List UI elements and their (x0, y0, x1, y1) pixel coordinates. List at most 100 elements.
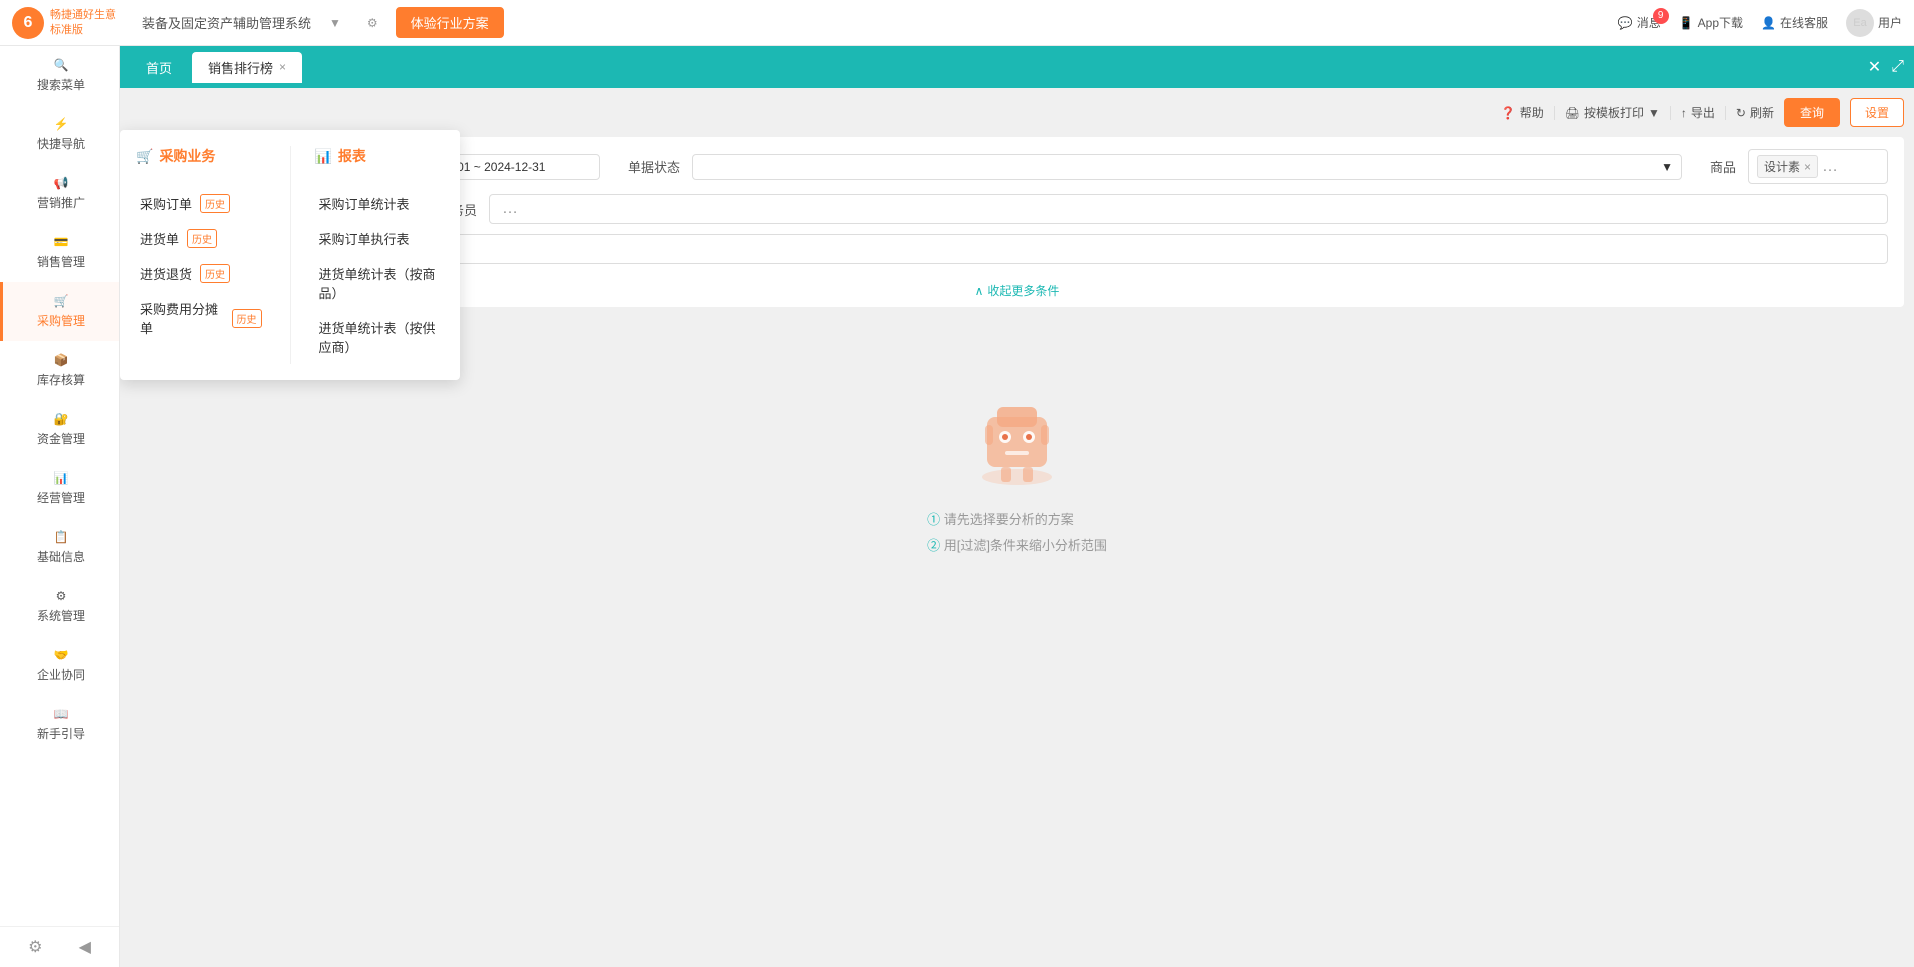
sidebar-item-ops[interactable]: 📊 经营管理 (0, 459, 119, 518)
sidebar-item-sale[interactable]: 💳 销售管理 (0, 223, 119, 282)
hist-badge-1: 历史 (187, 229, 217, 248)
main-layout: 🔍 搜索菜单 ⚡ 快捷导航 📢 营销推广 💳 销售管理 🛒 采购管理 📦 库存核… (0, 46, 1914, 967)
query-btn[interactable]: 查询 (1784, 98, 1840, 127)
sidebar-item-stock[interactable]: 📦 库存核算 (0, 341, 119, 400)
topbar-left: 6 畅捷通好生意 标准版 装备及固定资产辅助管理系统 ▼ ⚙ 体验行业方案 (12, 7, 504, 39)
hist-badge-0: 历史 (200, 194, 230, 213)
dropdown-divider (290, 146, 291, 364)
purchase-col-title: 🛒 采购业务 (136, 146, 266, 174)
sidebar-label-corp: 企业协同 (37, 666, 85, 683)
purchase-dropdown: 🛒 采购业务 采购订单 历史 进货单 历史 进货退货 (120, 130, 460, 380)
divider2 (1670, 106, 1671, 120)
industry-btn[interactable]: 体验行业方案 (396, 7, 504, 38)
empty-tip-2: ② 用[过滤]条件来缩小分析范围 (927, 533, 1107, 559)
salesman-dots[interactable]: … (502, 200, 518, 218)
search-icon: 🔍 (54, 58, 69, 72)
dropdown-item-purchase-order[interactable]: 采购订单 历史 (136, 186, 266, 221)
tab-home[interactable]: 首页 (130, 52, 188, 83)
dropdown-item-purchase-cost[interactable]: 采购费用分摊单 历史 (136, 291, 266, 345)
collapse-label: 收起更多条件 (987, 282, 1059, 299)
voucher-status-input[interactable]: ▼ (692, 154, 1682, 180)
sidebar-label-purchase: 采购管理 (37, 312, 85, 329)
settings-button[interactable]: ⚙ (359, 12, 386, 34)
sidebar-item-search[interactable]: 🔍 搜索菜单 (0, 46, 119, 105)
ops-icon: 📊 (54, 471, 69, 485)
export-icon: ↑ (1681, 106, 1687, 120)
print-dropdown-icon: ▼ (1648, 106, 1660, 120)
tab-window-close-icon[interactable]: ✕ (1868, 57, 1881, 77)
sidebar-item-guide[interactable]: 📖 新手引导 (0, 695, 119, 754)
tab-close-icon[interactable]: × (279, 60, 286, 74)
sidebar-item-corp[interactable]: 🤝 企业协同 (0, 636, 119, 695)
system-name: 装备及固定资产辅助管理系统 (142, 13, 311, 32)
tab-window-expand-icon[interactable]: ⤢ (1891, 58, 1904, 76)
report-col-icon: 📊 (315, 148, 332, 165)
goods-dots[interactable]: … (1822, 158, 1838, 176)
message-icon: 💬 (1618, 16, 1633, 30)
topbar: 6 畅捷通好生意 标准版 装备及固定资产辅助管理系统 ▼ ⚙ 体验行业方案 💬 … (0, 0, 1914, 46)
filter-actions: ❓ 帮助 🖨 按模板打印 ▼ ↑ 导出 ↻ 刷新 (130, 98, 1904, 127)
dropdown-item-report-order-stat[interactable]: 采购订单统计表 (315, 186, 445, 221)
settings-btn[interactable]: 设置 (1850, 98, 1904, 127)
sidebar-settings-btn[interactable]: ⚙ (28, 937, 42, 957)
corp-icon: 🤝 (54, 648, 69, 662)
tab-bar-right: ✕ ⤢ (1868, 57, 1904, 77)
goods-tag: 设计素 × (1757, 155, 1818, 178)
help-icon: ❓ (1501, 106, 1516, 120)
sidebar-item-system[interactable]: ⚙ 系统管理 (0, 577, 119, 636)
topbar-right: 💬 消息 9 📱 App下载 👤 在线客服 Ea 用户 (1618, 9, 1902, 37)
system-icon: ⚙ (56, 589, 67, 603)
collapse-up-icon: ∧ (975, 284, 984, 298)
report-col: 📊 报表 采购订单统计表 采购订单执行表 进货单统计表（按商品） (315, 146, 445, 364)
app-download-btn[interactable]: 📱 App下载 (1679, 14, 1743, 31)
dropdown-item-report-order-exec[interactable]: 采购订单执行表 (315, 221, 445, 256)
service-icon: 👤 (1761, 16, 1776, 30)
tab-home-label: 首页 (146, 58, 172, 77)
divider3 (1725, 106, 1726, 120)
dropdown-item-report-in-supplier[interactable]: 进货单统计表（按供应商） (315, 310, 445, 364)
guide-icon: 📖 (54, 707, 69, 721)
sidebar-item-base[interactable]: 📋 基础信息 (0, 518, 119, 577)
sidebar-item-market[interactable]: 📢 营销推广 (0, 164, 119, 223)
print-btn[interactable]: 🖨 按模板打印 ▼ (1565, 104, 1660, 121)
help-btn[interactable]: ❓ 帮助 (1501, 104, 1544, 121)
dropdown-item-purchase-in[interactable]: 进货单 历史 (136, 221, 266, 256)
sidebar-item-purchase[interactable]: 🛒 采购管理 (0, 282, 119, 341)
online-service-label: 在线客服 (1780, 14, 1828, 31)
empty-tip-1: ① 请先选择要分析的方案 (927, 507, 1107, 533)
sidebar-label-finance: 资金管理 (37, 430, 85, 447)
tab-bar: 首页 销售排行榜 × ✕ ⤢ (120, 46, 1914, 88)
base-icon: 📋 (54, 530, 69, 544)
print-icon: 🖨 (1565, 106, 1580, 120)
salesman-input[interactable]: … (489, 194, 1888, 224)
stock-icon: 📦 (54, 353, 69, 367)
user-btn[interactable]: Ea 用户 (1846, 9, 1902, 37)
goods-tag-remove[interactable]: × (1804, 160, 1811, 174)
message-btn[interactable]: 💬 消息 9 (1618, 14, 1661, 31)
tab-sales-rank-label: 销售排行榜 (208, 58, 273, 77)
refresh-icon: ↻ (1736, 106, 1746, 120)
refresh-btn[interactable]: ↻ 刷新 (1736, 104, 1774, 121)
sidebar-label-search: 搜索菜单 (37, 76, 85, 93)
app-icon: 📱 (1679, 16, 1694, 30)
voucher-status-label: 单据状态 (628, 157, 680, 176)
expand-button[interactable]: ▼ (321, 12, 349, 34)
export-btn[interactable]: ↑ 导出 (1681, 104, 1715, 121)
sidebar-item-finance[interactable]: 🔐 资金管理 (0, 400, 119, 459)
sidebar-label-sale: 销售管理 (37, 253, 85, 270)
market-icon: 📢 (54, 176, 69, 190)
tab-sales-rank[interactable]: 销售排行榜 × (192, 52, 302, 83)
sidebar-item-nav[interactable]: ⚡ 快捷导航 (0, 105, 119, 164)
avatar: Ea (1846, 9, 1874, 37)
content-area: 首页 销售排行榜 × ✕ ⤢ ❓ 帮助 🖨 按模板 (120, 46, 1914, 967)
goods-input[interactable]: 设计素 × … (1748, 149, 1888, 184)
logo-icon: 6 (12, 7, 44, 39)
dropdown-item-report-in-goods[interactable]: 进货单统计表（按商品） (315, 256, 445, 310)
sidebar-collapse-btn[interactable]: ◀ (79, 937, 91, 957)
purchase-col-icon: 🛒 (136, 148, 153, 165)
sidebar-bottom: ⚙ ◀ (0, 926, 119, 967)
online-service-btn[interactable]: 👤 在线客服 (1761, 14, 1828, 31)
dropdown-item-purchase-return[interactable]: 进货退货 历史 (136, 256, 266, 291)
sidebar: 🔍 搜索菜单 ⚡ 快捷导航 📢 营销推广 💳 销售管理 🛒 采购管理 📦 库存核… (0, 46, 120, 967)
sidebar-label-stock: 库存核算 (37, 371, 85, 388)
